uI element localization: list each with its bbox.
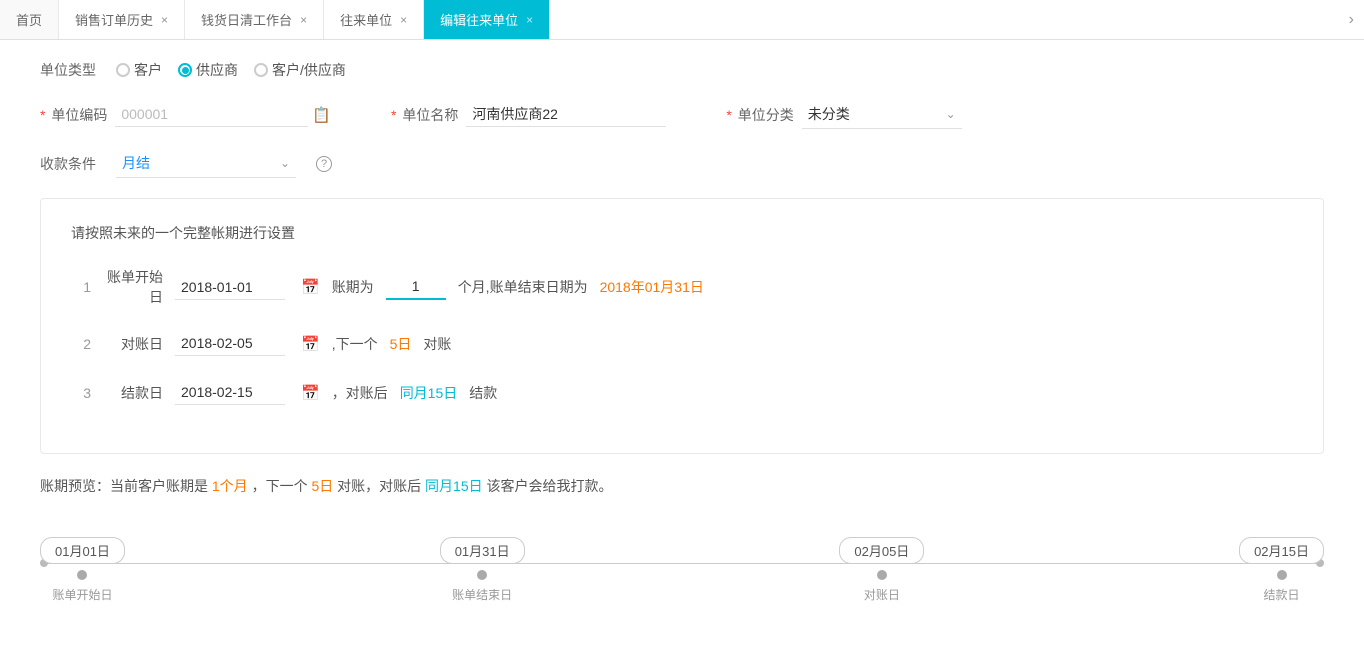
timeline-section: 01月01日 账单开始日 01月31日 账单结束日 02月05日 对账日 02月… [40, 527, 1324, 633]
radio-customer-circle [116, 63, 130, 77]
node-tag-2: 01月31日 [440, 537, 525, 564]
node-dot-2 [477, 570, 487, 580]
preview-section: 账期预览：当前客户账期是 1个月 ，下一个 5日 对账，对账后 同月15日 该客… [40, 474, 1324, 499]
tab-close-edit-partner[interactable]: × [526, 13, 533, 27]
node-tag-3: 02月05日 [839, 537, 924, 564]
tab-sales-history[interactable]: 销售订单历史 × [59, 0, 185, 39]
radio-supplier-circle [178, 63, 192, 77]
billing-row-2: 2 对账日 📅 ,下一个 5日 对账 [71, 331, 1293, 356]
tab-home[interactable]: 首页 [0, 0, 59, 39]
timeline-node-3: 02月05日 对账日 [839, 537, 924, 603]
category-dropdown-arrow: ⌄ [946, 107, 956, 121]
unit-type-radio-group: 客户 供应商 客户/供应商 [116, 60, 346, 80]
payment-highlight: 同月15日 [400, 383, 458, 403]
tab-more-arrow[interactable]: › [1339, 0, 1364, 39]
row-num-1: 1 [71, 279, 91, 295]
row-label-2: 对账日 [103, 334, 163, 354]
node-tag-4: 02月15日 [1239, 537, 1324, 564]
timeline-node-1: 01月01日 账单开始日 [40, 537, 125, 603]
unit-type-row: 单位类型 客户 供应商 客户/供应商 [40, 60, 1324, 80]
period-prefix: 账期为 [332, 277, 374, 297]
payment-prefix: ，对账后 [332, 383, 388, 403]
copy-icon[interactable]: 📋 [312, 106, 331, 124]
payment-condition-label: 收款条件 [40, 154, 96, 174]
payment-condition-row: 收款条件 月结 ⌄ ? [40, 149, 1324, 178]
required-star-category: * [726, 107, 731, 123]
reconcile-prefix: ,下一个 [332, 334, 378, 354]
row-num-3: 3 [71, 385, 91, 401]
reconcile-date-input[interactable] [175, 331, 285, 356]
node-tag-1: 01月01日 [40, 537, 125, 564]
billing-row-3: 3 结款日 📅 ，对账后 同月15日 结款 [71, 380, 1293, 405]
unit-type-label: 单位类型 [40, 60, 96, 80]
unit-code-input[interactable] [115, 102, 308, 127]
calendar-icon-1[interactable]: 📅 [301, 278, 320, 296]
tab-close-partner[interactable]: × [400, 13, 407, 27]
calendar-icon-2[interactable]: 📅 [301, 335, 320, 353]
row-label-1: 账单开始日 [103, 267, 163, 307]
billing-row-1: 1 账单开始日 📅 账期为 个月,账单结束日期为 2018年01月31日 [71, 267, 1293, 307]
node-label-2: 账单结束日 [452, 586, 512, 603]
unit-info-row: * 单位编码 📋 * 单位名称 * 单位分类 未分类 ⌄ [40, 100, 1324, 129]
tab-cash-work[interactable]: 钱货日清工作台 × [185, 0, 324, 39]
payment-date-input[interactable] [175, 380, 285, 405]
row-label-3: 结款日 [103, 383, 163, 403]
help-icon[interactable]: ? [316, 156, 332, 172]
unit-code-input-wrapper: 📋 [115, 102, 331, 127]
section-title: 请按照未来的一个完整帐期进行设置 [71, 223, 1293, 243]
start-date-input[interactable] [175, 275, 285, 300]
period-unit: 个月,账单结束日期为 [458, 277, 588, 297]
preview-part3: 同月15日 [425, 478, 483, 494]
node-label-3: 对账日 [864, 586, 900, 603]
unit-category-field: * 单位分类 未分类 ⌄ [726, 100, 961, 129]
preview-part1: 1个月 [212, 478, 248, 494]
required-star-code: * [40, 107, 45, 123]
unit-category-label: * 单位分类 [726, 105, 793, 125]
radio-both-circle [254, 63, 268, 77]
payment-condition-dropdown[interactable]: 月结 ⌄ [116, 149, 296, 178]
preview-part2: 5日 [311, 478, 333, 494]
payment-dropdown-arrow: ⌄ [280, 156, 290, 170]
timeline-node-2: 01月31日 账单结束日 [440, 537, 525, 603]
reconcile-suffix: 对账 [423, 334, 451, 354]
tab-partner[interactable]: 往来单位 × [324, 0, 424, 39]
tab-bar: 首页 销售订单历史 × 钱货日清工作台 × 往来单位 × 编辑往来单位 × › [0, 0, 1364, 40]
row-num-2: 2 [71, 336, 91, 352]
unit-code-label: * 单位编码 [40, 105, 107, 125]
timeline-node-4: 02月15日 结款日 [1239, 537, 1324, 603]
radio-customer[interactable]: 客户 [116, 60, 162, 80]
required-star-name: * [391, 107, 396, 123]
node-dot-3 [877, 570, 887, 580]
unit-name-input[interactable] [466, 102, 666, 127]
node-dot-1 [77, 570, 87, 580]
radio-supplier[interactable]: 供应商 [178, 60, 238, 80]
period-end-date: 2018年01月31日 [600, 277, 704, 297]
node-dot-4 [1277, 570, 1287, 580]
unit-name-label: * 单位名称 [391, 105, 458, 125]
billing-section: 请按照未来的一个完整帐期进行设置 1 账单开始日 📅 账期为 个月,账单结束日期… [40, 198, 1324, 454]
node-label-4: 结款日 [1264, 586, 1300, 603]
reconcile-highlight: 5日 [390, 334, 412, 354]
calendar-icon-3[interactable]: 📅 [301, 384, 320, 402]
unit-name-field: * 单位名称 [391, 102, 666, 127]
tab-edit-partner[interactable]: 编辑往来单位 × [424, 0, 550, 39]
node-label-1: 账单开始日 [52, 586, 112, 603]
unit-code-field: * 单位编码 📋 [40, 102, 331, 127]
tab-close-sales-history[interactable]: × [161, 13, 168, 27]
period-input[interactable] [386, 274, 446, 300]
main-content: 单位类型 客户 供应商 客户/供应商 * 单位编码 📋 [0, 40, 1364, 653]
radio-both[interactable]: 客户/供应商 [254, 60, 346, 80]
unit-category-dropdown[interactable]: 未分类 ⌄ [802, 100, 962, 129]
tab-close-cash-work[interactable]: × [300, 13, 307, 27]
payment-suffix: 结款 [469, 383, 497, 403]
